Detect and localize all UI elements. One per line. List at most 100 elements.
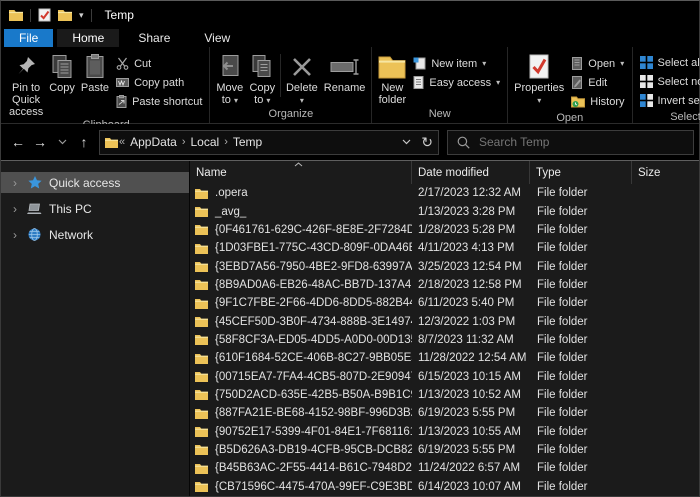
address-bar[interactable]: « AppData › Local › Temp ↻: [99, 129, 439, 155]
refresh-icon[interactable]: ↻: [421, 134, 433, 151]
file-row[interactable]: {CB71596C-4475-470A-99EF-C9E3BD210... 6/1…: [190, 478, 699, 496]
copy-path-button[interactable]: Copy path: [112, 73, 206, 92]
file-name-cell[interactable]: {58F8CF3A-ED05-4DD5-A0D0-00D13522...: [190, 334, 412, 346]
date-modified-cell: 1/13/2023 3:28 PM: [418, 205, 516, 218]
file-row[interactable]: {3EBD7A56-7950-4BE2-9FD8-63997ADB... 3/25…: [190, 257, 699, 275]
delete-button[interactable]: Delete ▾: [283, 50, 321, 107]
file-name: {9F1C7FBE-2F66-4DD6-8DD5-882B447D...: [215, 297, 412, 310]
dropdown-icon: ▾: [482, 59, 487, 68]
sidebar-item-network[interactable]: › Network: [1, 224, 189, 245]
file-row[interactable]: {45CEF50D-3B0F-4734-888B-3E14974404... 12…: [190, 312, 699, 330]
type-cell: File folder: [537, 333, 588, 346]
file-row[interactable]: {8B9AD0A6-EB26-48AC-BB7D-137A4FB4... 2/18…: [190, 276, 699, 294]
file-name-cell[interactable]: {B5D626A3-DB19-4CFB-95CB-DCB828B5...: [190, 444, 412, 456]
file-name-cell[interactable]: {0F461761-629C-426F-8E8E-2F7284D2DE...: [190, 224, 412, 236]
titlebar-separator: [30, 8, 31, 22]
search-box[interactable]: [447, 129, 694, 155]
breadcrumb-overflow[interactable]: «: [118, 136, 126, 148]
file-row[interactable]: .opera 2/17/2023 12:32 AM File folder: [190, 184, 699, 202]
open-button[interactable]: Open ▾: [567, 54, 628, 73]
file-name-cell[interactable]: _avg_: [190, 206, 412, 218]
date-modified-cell: 1/13/2023 10:52 AM: [418, 388, 521, 401]
file-name-cell[interactable]: {3EBD7A56-7950-4BE2-9FD8-63997ADB...: [190, 261, 412, 273]
breadcrumb-local[interactable]: Local: [187, 133, 224, 151]
paste-shortcut-button[interactable]: Paste shortcut: [112, 92, 206, 111]
forward-button[interactable]: →: [29, 130, 51, 154]
file-row[interactable]: {58F8CF3A-ED05-4DD5-A0D0-00D13522... 8/7/…: [190, 331, 699, 349]
file-row[interactable]: _avg_ 1/13/2023 3:28 PM File folder: [190, 202, 699, 220]
file-row[interactable]: {887FA21E-BE68-4152-98BF-996D3B2D3... 6/1…: [190, 404, 699, 422]
paste-button[interactable]: Paste: [78, 50, 112, 94]
properties-button[interactable]: Properties ▾: [511, 50, 567, 107]
sidebar-item-quick-access[interactable]: › Quick access: [1, 172, 189, 193]
back-button[interactable]: ←: [7, 130, 29, 154]
file-row[interactable]: {B5D626A3-DB19-4CFB-95CB-DCB828B5... 6/19…: [190, 441, 699, 459]
file-name-cell[interactable]: {1D03FBE1-775C-43CD-809F-0DA46B75...: [190, 242, 412, 254]
file-row[interactable]: {610F1684-52CE-406B-8C27-9BB05E5F82... 11…: [190, 349, 699, 367]
qat-properties-icon[interactable]: [38, 8, 51, 22]
tab-home[interactable]: Home: [57, 29, 120, 47]
file-name: _avg_: [215, 205, 247, 218]
copy-to-button[interactable]: Copy to ▾: [246, 50, 278, 107]
date-modified-cell: 3/25/2023 12:54 PM: [418, 260, 522, 273]
tab-share[interactable]: Share: [123, 29, 185, 47]
cut-button[interactable]: Cut: [112, 54, 206, 73]
column-header-size[interactable]: Size: [632, 161, 699, 184]
file-name-cell[interactable]: {610F1684-52CE-406B-8C27-9BB05E5F82...: [190, 352, 412, 364]
easy-access-button[interactable]: Easy access ▾: [409, 73, 504, 92]
rename-button[interactable]: Rename: [321, 50, 369, 94]
edit-button[interactable]: Edit: [567, 73, 628, 92]
qat-customize-chevron-icon[interactable]: ▾: [79, 10, 84, 20]
app-folder-icon: [9, 9, 23, 21]
file-name-cell[interactable]: {90752E17-5399-4F01-84E1-7F681161B2...: [190, 426, 412, 438]
edit-icon: [571, 76, 583, 89]
qat-new-folder-icon[interactable]: [58, 9, 72, 21]
file-name-cell[interactable]: {9F1C7FBE-2F66-4DD6-8DD5-882B447D...: [190, 297, 412, 309]
file-name-cell[interactable]: {750D2ACD-635E-42B5-B50A-B9B1C9B4...: [190, 389, 412, 401]
file-row[interactable]: {0F461761-629C-426F-8E8E-2F7284D2DE... 1/…: [190, 221, 699, 239]
folder-icon: [195, 426, 208, 438]
file-name: {0F461761-629C-426F-8E8E-2F7284D2DE...: [215, 223, 412, 236]
file-name-cell[interactable]: {45CEF50D-3B0F-4734-888B-3E14974404...: [190, 316, 412, 328]
tab-view[interactable]: View: [189, 29, 245, 47]
column-header-type[interactable]: Type: [530, 161, 632, 184]
file-row[interactable]: {90752E17-5399-4F01-84E1-7F681161B2... 1/…: [190, 422, 699, 440]
type-cell: File folder: [537, 315, 588, 328]
column-header-date-modified[interactable]: Date modified: [412, 161, 530, 184]
group-mini-separator: [280, 54, 281, 97]
file-name-cell[interactable]: {B45B63AC-2F55-4414-B61C-7948D22EF...: [190, 462, 412, 474]
copy-button[interactable]: Copy: [46, 50, 78, 94]
breadcrumb-temp[interactable]: Temp: [229, 133, 266, 151]
date-modified-cell: 1/13/2023 10:55 AM: [418, 425, 521, 438]
new-item-button[interactable]: New item ▾: [409, 54, 504, 73]
search-input[interactable]: [479, 135, 684, 149]
expander-chevron-icon[interactable]: ›: [10, 228, 20, 242]
move-to-button[interactable]: Move to ▾: [213, 50, 246, 107]
history-button[interactable]: History: [567, 92, 628, 111]
file-row[interactable]: {9F1C7FBE-2F66-4DD6-8DD5-882B447D... 6/11…: [190, 294, 699, 312]
file-name-cell[interactable]: .opera: [190, 187, 412, 199]
select-all-button[interactable]: Select all: [636, 53, 700, 72]
file-row[interactable]: {B45B63AC-2F55-4414-B61C-7948D22EF... 11/…: [190, 459, 699, 477]
file-row[interactable]: {750D2ACD-635E-42B5-B50A-B9B1C9B4... 1/13…: [190, 386, 699, 404]
date-modified-cell: 11/24/2022 6:57 AM: [418, 462, 521, 475]
new-folder-button[interactable]: New folder: [375, 50, 409, 106]
select-none-button[interactable]: Select none: [636, 72, 700, 91]
tab-file[interactable]: File: [4, 29, 54, 47]
invert-selection-button[interactable]: Invert selection: [636, 91, 700, 110]
file-name-cell[interactable]: {CB71596C-4475-470A-99EF-C9E3BD210...: [190, 481, 412, 493]
recent-locations-chevron[interactable]: [51, 130, 73, 154]
expander-chevron-icon[interactable]: ›: [10, 202, 20, 216]
up-button[interactable]: ↑: [73, 130, 95, 154]
file-name-cell[interactable]: {887FA21E-BE68-4152-98BF-996D3B2D3...: [190, 407, 412, 419]
pin-to-quick-access-button[interactable]: Pin to Quick access: [6, 50, 46, 118]
file-row[interactable]: {00715EA7-7FA4-4CB5-807D-2E90947CD... 6/1…: [190, 367, 699, 385]
file-name-cell[interactable]: {00715EA7-7FA4-4CB5-807D-2E90947CD...: [190, 371, 412, 383]
breadcrumb-appdata[interactable]: AppData: [126, 133, 181, 151]
file-name-cell[interactable]: {8B9AD0A6-EB26-48AC-BB7D-137A4FB4...: [190, 279, 412, 291]
file-row[interactable]: {1D03FBE1-775C-43CD-809F-0DA46B75... 4/11…: [190, 239, 699, 257]
file-name: {CB71596C-4475-470A-99EF-C9E3BD210...: [215, 480, 412, 493]
sidebar-item-this-pc[interactable]: › This PC: [1, 198, 189, 219]
expander-chevron-icon[interactable]: ›: [10, 176, 20, 190]
address-dropdown-chevron-icon[interactable]: [402, 139, 411, 145]
